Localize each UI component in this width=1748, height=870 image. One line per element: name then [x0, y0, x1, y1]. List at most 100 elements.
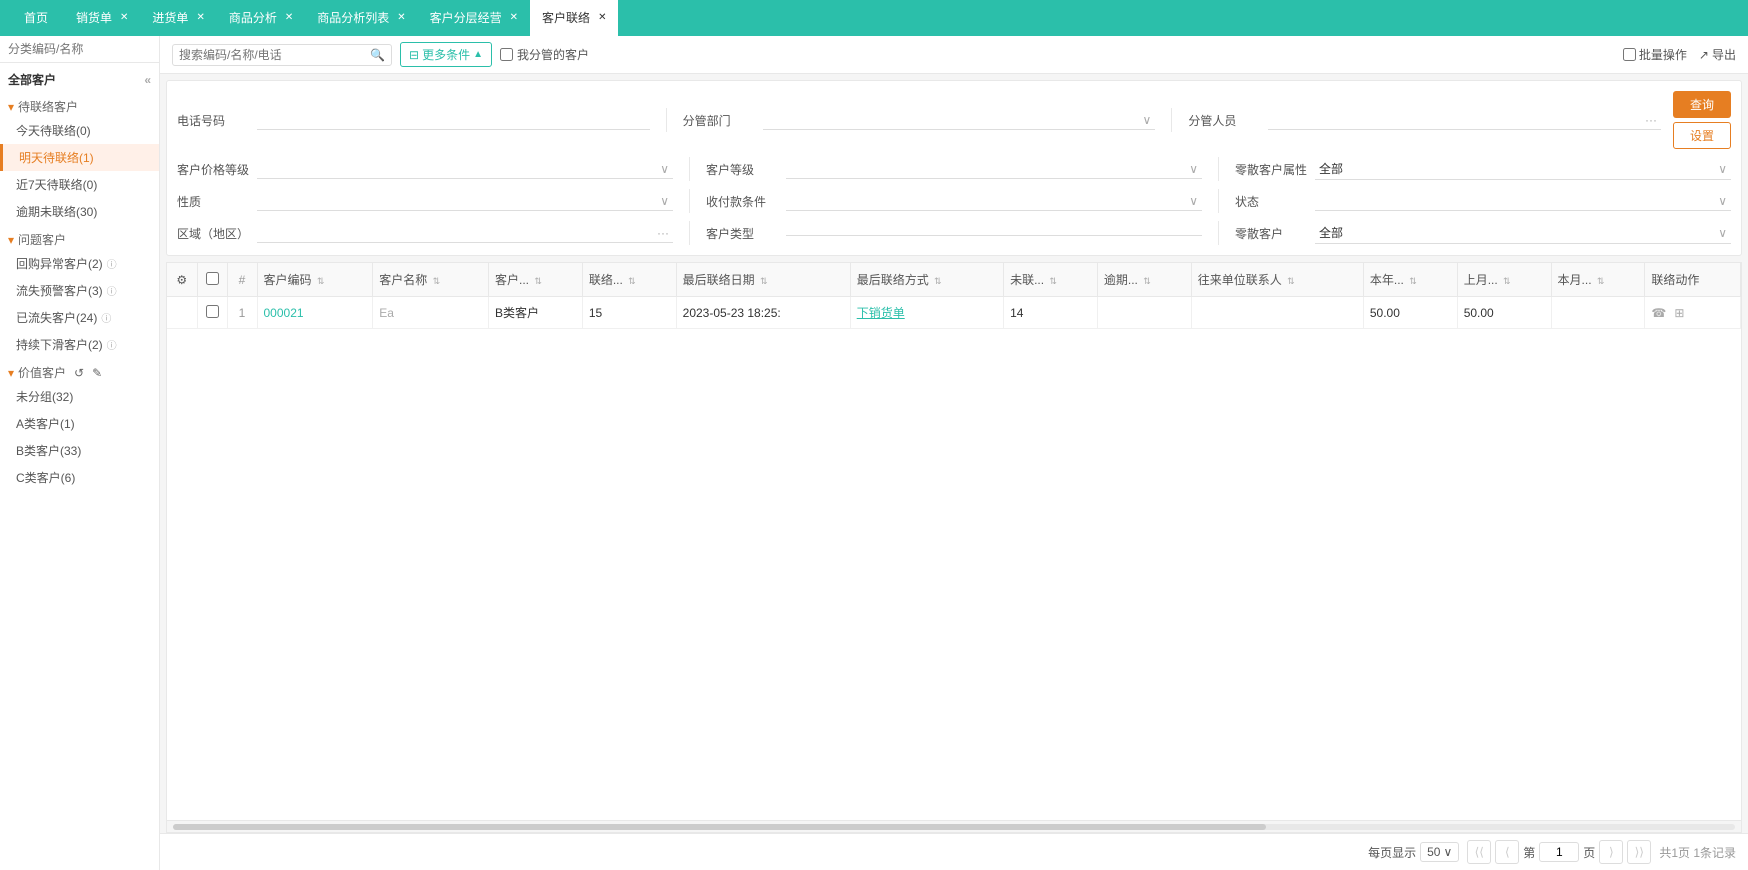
dept-select[interactable]: ∨ [763, 111, 1156, 130]
manager-select[interactable]: ··· [1268, 111, 1661, 130]
col-overdue[interactable]: 逾期... ⇅ [1097, 263, 1191, 297]
close-tab-4-icon[interactable]: ✕ [510, 0, 518, 36]
manager-label: 分管人员 [1188, 112, 1268, 129]
sidebar-item-class-c[interactable]: C类客户(6) [0, 464, 159, 491]
col-actions: 联络动作 [1645, 263, 1741, 297]
status-select[interactable]: ∨ [1315, 192, 1731, 211]
customer-value-select[interactable]: ∨ [257, 160, 673, 179]
region-select[interactable]: ··· [257, 224, 673, 243]
table-footer: 每页显示 50 ∨ ⟨⟨ ⟨ 第 页 ⟩ ⟩⟩ 共1页 1条记录 [160, 833, 1748, 870]
per-page-chevron-icon: ∨ [1443, 845, 1452, 859]
group-problem-customers: ▾ 问题客户 [0, 225, 159, 250]
scroll-track [173, 824, 1735, 830]
sidebar-item-class-a[interactable]: A类客户(1) [0, 410, 159, 437]
nav-tab-2[interactable]: 商品分析 ✕ [217, 0, 305, 36]
sidebar-item-week[interactable]: 近7天待联络(0) [0, 171, 159, 198]
sidebar-search-input[interactable] [8, 42, 160, 56]
col-this-year[interactable]: 本年... ⇅ [1363, 263, 1457, 297]
page-number-input[interactable] [1539, 842, 1579, 862]
last-page-button[interactable]: ⟩⟩ [1627, 840, 1651, 864]
prev-page-button[interactable]: ⟨ [1495, 840, 1519, 864]
payment-select[interactable]: ∨ [786, 192, 1202, 211]
my-customers-checkbox[interactable] [500, 48, 513, 61]
horizontal-scrollbar[interactable] [167, 820, 1741, 832]
batch-operation-button[interactable]: 批量操作 [1623, 46, 1687, 63]
divider-4 [1218, 157, 1219, 181]
action-call-icon[interactable]: ☎ [1651, 306, 1666, 320]
export-button[interactable]: ↗ 导出 [1699, 46, 1736, 63]
customer-type-select[interactable] [786, 231, 1202, 236]
col-company-contact[interactable]: 往来单位联系人 ⇅ [1191, 263, 1363, 297]
next-page-button[interactable]: ⟩ [1599, 840, 1623, 864]
nav-tab-5[interactable]: 客户联络 ✕ [530, 0, 618, 36]
col-settings[interactable]: ⚙ [167, 263, 197, 297]
sidebar-item-declining[interactable]: 持续下滑客户(2) ⓘ [0, 331, 159, 358]
divider-8 [1218, 221, 1219, 245]
phone-label: 电话号码 [177, 112, 257, 129]
close-tab-0-icon[interactable]: ✕ [120, 0, 128, 36]
sidebar-item-tomorrow[interactable]: 明天待联络(1) [0, 144, 159, 171]
col-last-contact-method[interactable]: 最后联络方式 ⇅ [850, 263, 1003, 297]
sidebar-item-churn-warning[interactable]: 流失预警客户(3) ⓘ [0, 277, 159, 304]
sidebar-item-class-b[interactable]: B类客户(33) [0, 437, 159, 464]
row-name[interactable]: Ea [373, 297, 489, 329]
close-tab-1-icon[interactable]: ✕ [196, 0, 204, 36]
col-customer-type[interactable]: 客户... ⇅ [489, 263, 583, 297]
refresh-icon[interactable]: ↺ [74, 366, 84, 380]
nav-tab-3[interactable]: 商品分析列表 ✕ [305, 0, 417, 36]
search-box: 🔍 [172, 44, 392, 66]
col-customer-code[interactable]: 客户编码 ⇅ [257, 263, 373, 297]
nav-tab-4[interactable]: 客户分层经营 ✕ [418, 0, 530, 36]
close-tab-2-icon[interactable]: ✕ [285, 0, 293, 36]
row-last-contact-method[interactable]: 下销货单 [850, 297, 1003, 329]
info-icon-4: ⓘ [107, 337, 117, 352]
batch-checkbox[interactable] [1623, 48, 1636, 61]
sidebar-item-today[interactable]: 今天待联络(0) [0, 117, 159, 144]
action-more-icon[interactable]: ⊞ [1674, 306, 1684, 320]
group-value-customers: ▾ 价值客户 ↺ ✎ [0, 358, 159, 383]
row-code[interactable]: 000021 [257, 297, 373, 329]
col-customer-name[interactable]: 客户名称 ⇅ [373, 263, 489, 297]
sidebar-item-overdue[interactable]: 逾期未联络(30) [0, 198, 159, 225]
col-last-month[interactable]: 上月... ⇅ [1457, 263, 1551, 297]
col-contact-count[interactable]: 联络... ⇅ [582, 263, 676, 297]
settings-button[interactable]: 设置 [1673, 122, 1731, 149]
col-this-month[interactable]: 本月... ⇅ [1551, 263, 1645, 297]
sort-code-icon: ⇅ [317, 276, 325, 286]
close-tab-3-icon[interactable]: ✕ [397, 0, 405, 36]
row-actions[interactable]: ☎ ⊞ [1645, 297, 1741, 329]
all-customers-title[interactable]: 全部客户 « [0, 63, 159, 92]
search-input[interactable] [179, 48, 370, 62]
sidebar-item-ungrouped[interactable]: 未分组(32) [0, 383, 159, 410]
more-filter-button[interactable]: ⊟ 更多条件 ▲ [400, 42, 492, 67]
edit-icon[interactable]: ✎ [92, 366, 102, 380]
info-icon-2: ⓘ [107, 283, 117, 298]
close-tab-5-icon[interactable]: ✕ [598, 0, 606, 36]
row-select-checkbox[interactable] [206, 305, 219, 318]
first-page-button[interactable]: ⟨⟨ [1467, 840, 1491, 864]
col-no-contact[interactable]: 未联... ⇅ [1004, 263, 1098, 297]
search-button-icon[interactable]: 🔍 [370, 48, 385, 62]
gender-label: 性质 [177, 193, 257, 210]
row-contact-count: 15 [582, 297, 676, 329]
query-button[interactable]: 查询 [1673, 91, 1731, 118]
select-all-checkbox[interactable] [206, 272, 219, 285]
customer-grade-select[interactable]: ∨ [786, 160, 1202, 179]
nav-tab-0[interactable]: 销货单 ✕ [64, 0, 140, 36]
payment-field: 收付款条件 ∨ [706, 192, 1202, 211]
sidebar-item-churned[interactable]: 已流失客户(24) ⓘ [0, 304, 159, 331]
row-checkbox[interactable] [197, 297, 227, 329]
collapse-icon[interactable]: « [144, 73, 151, 87]
col-last-contact-date[interactable]: 最后联络日期 ⇅ [676, 263, 850, 297]
my-customers-checkbox-label[interactable]: 我分管的客户 [500, 46, 589, 63]
phone-input[interactable] [257, 111, 650, 130]
nav-tab-1[interactable]: 进货单 ✕ [140, 0, 216, 36]
retail-attr-select[interactable]: 全部 ∨ [1315, 158, 1731, 180]
nav-home[interactable]: 首页 [8, 0, 64, 36]
manager-more-icon: ··· [1645, 113, 1657, 127]
sidebar-item-repurchase-anomaly[interactable]: 回购异常客户(2) ⓘ [0, 250, 159, 277]
gender-select[interactable]: ∨ [257, 192, 673, 211]
col-checkbox[interactable] [197, 263, 227, 297]
retail-customer-select[interactable]: 全部 ∨ [1315, 222, 1731, 244]
per-page-dropdown[interactable]: 50 ∨ [1420, 842, 1459, 862]
